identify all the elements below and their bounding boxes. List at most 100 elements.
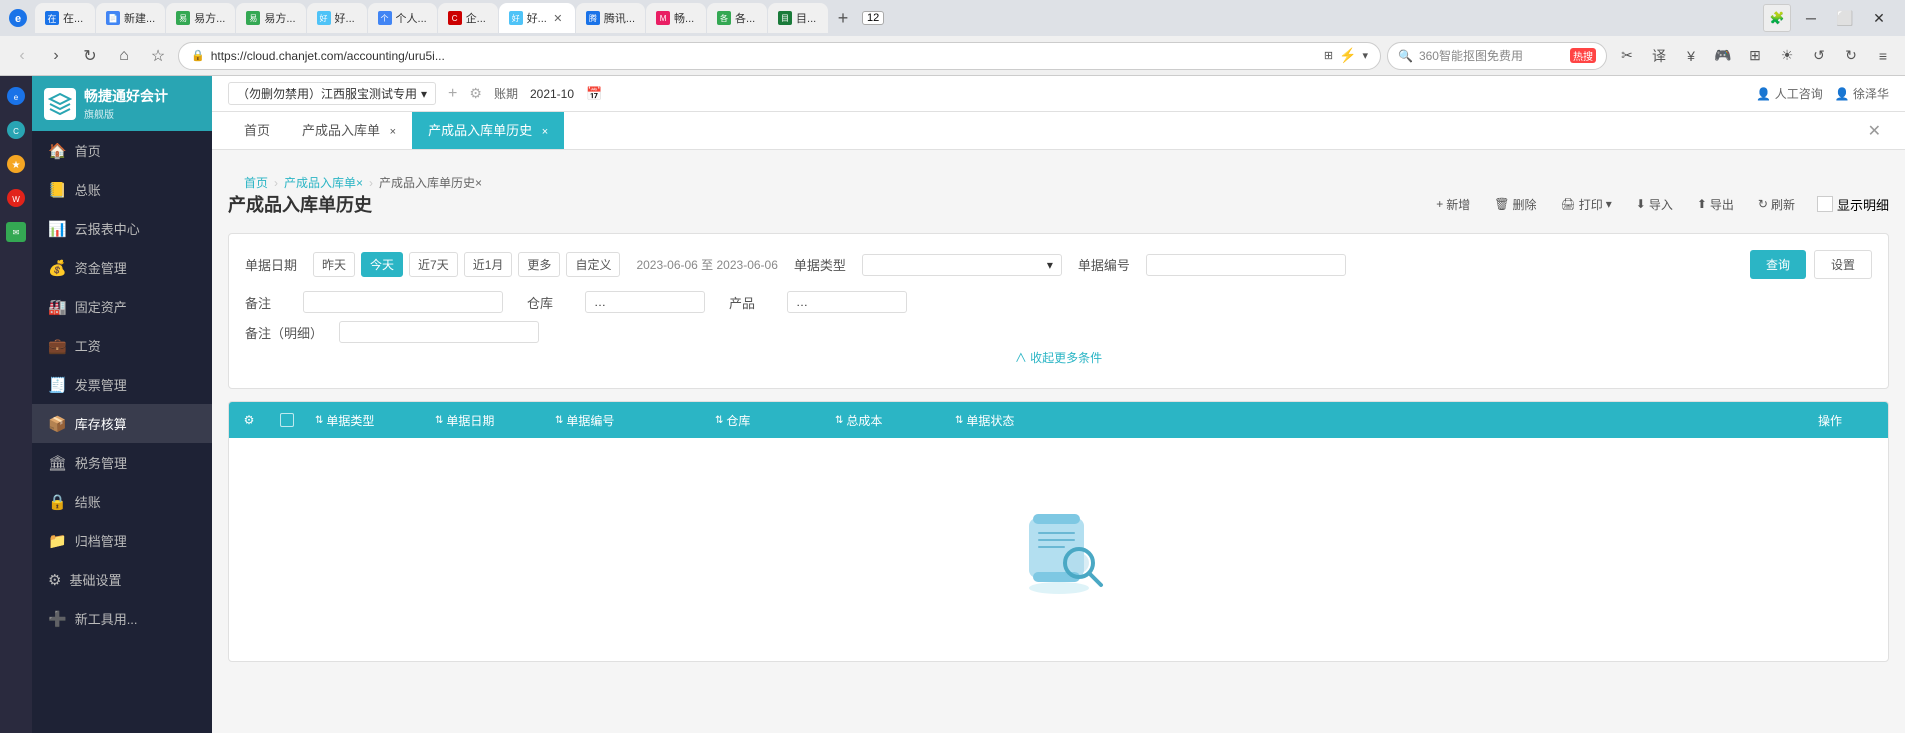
back-button[interactable]: ‹ [8,42,36,70]
browser-tab-2[interactable]: 📄 新建... [96,3,165,33]
brightness-icon[interactable]: ☀ [1773,42,1801,70]
browser-tab-10[interactable]: M 畅... [646,3,706,33]
date-btn-yesterday[interactable]: 昨天 [313,252,355,277]
icon-sidebar-weibo[interactable]: W [2,184,30,212]
th-warehouse[interactable]: ⇅ 仓库 [705,412,825,429]
home-button[interactable]: ⌂ [110,42,138,70]
minimize-button[interactable]: ─ [1797,4,1825,32]
th-type[interactable]: ⇅ 单据类型 [305,412,425,429]
browser-tab-11[interactable]: 各 各... [707,3,767,33]
close-panel-button[interactable]: ✕ [1860,121,1889,141]
sidebar-item-report[interactable]: 📊 云报表中心 [32,209,212,248]
translate-icon[interactable]: 译 [1645,42,1673,70]
icon-sidebar-star[interactable]: ★ [2,150,30,178]
sidebar-item-settings[interactable]: ⚙ 基础设置 [32,560,212,599]
notes-detail-input[interactable] [339,321,539,343]
warehouse-select[interactable]: … [585,291,705,313]
close-button[interactable]: ✕ [1865,4,1893,32]
print-button[interactable]: 🖨 打印 ▾ [1552,192,1619,217]
th-number[interactable]: ⇅ 单据编号 [545,412,705,429]
sidebar-item-fund[interactable]: 💰 资金管理 [32,248,212,287]
query-button[interactable]: 查询 [1750,250,1806,279]
browser-tab-4[interactable]: 易 易方... [236,3,305,33]
page-tab-list-close[interactable]: × [390,126,396,138]
icon-sidebar-mail[interactable]: ✉ [2,218,30,246]
add-company-btn[interactable]: + [448,85,457,103]
apps-icon[interactable]: ⊞ [1324,49,1333,62]
sidebar-item-asset[interactable]: 🏭 固定资产 [32,287,212,326]
grid-icon[interactable]: ⊞ [1741,42,1769,70]
refresh-btn[interactable]: ↻ 刷新 [1750,192,1803,217]
sidebar-item-ledger[interactable]: 📒 总账 [32,170,212,209]
date-btn-more[interactable]: 更多 [518,252,560,277]
scissors-icon[interactable]: ✂ [1613,42,1641,70]
settings-icon[interactable]: ⚙ [469,85,482,102]
show-detail-toggle[interactable]: 显示明细 [1817,195,1889,214]
url-bar[interactable]: 🔒 https://cloud.chanjet.com/accounting/u… [178,42,1381,70]
browser-tab-8[interactable]: 好 好... ✕ [499,3,575,33]
date-btn-7days[interactable]: 近7天 [409,252,458,277]
page-tab-list[interactable]: 产成品入库单 × [286,112,412,149]
refresh-button[interactable]: ↻ [76,42,104,70]
sidebar-item-payroll[interactable]: 💼 工资 [32,326,212,365]
game-icon[interactable]: 🎮 [1709,42,1737,70]
browser-tab-3[interactable]: 易 易方... [166,3,235,33]
th-date[interactable]: ⇅ 单据日期 [425,412,545,429]
tab-close-8[interactable]: ✕ [551,11,565,25]
browser-tab-5[interactable]: 好 好... [307,3,367,33]
search-box[interactable]: 🔍 360智能抠图免费用 热搜 [1387,42,1607,70]
product-select[interactable]: … [787,291,907,313]
type-filter-select[interactable]: ▾ [862,254,1062,276]
new-button[interactable]: + 新增 [1428,192,1478,217]
th-status[interactable]: ⇅ 单据状态 [945,412,1808,429]
breadcrumb-home[interactable]: 首页 [244,174,268,191]
date-btn-1month[interactable]: 近1月 [464,252,513,277]
sidebar-item-tax[interactable]: 🏛 税务管理 [32,443,212,482]
icon-sidebar-360[interactable]: e [2,82,30,110]
extensions-btn[interactable]: 🧩 [1763,4,1791,32]
company-select[interactable]: （勿删勿禁用）江西服宝测试专用 ▾ [228,82,436,105]
avatar-icon[interactable]: 👤 徐泽华 [1835,85,1889,102]
notes-input[interactable] [303,291,503,313]
number-filter-input[interactable] [1146,254,1346,276]
sidebar-item-inventory[interactable]: 📦 库存核算 [32,404,212,443]
undo-icon[interactable]: ↺ [1805,42,1833,70]
tab-count[interactable]: 12 [862,11,884,25]
sidebar-item-invoice[interactable]: 🧾 发票管理 [32,365,212,404]
checkbox-show-detail[interactable] [1817,196,1833,212]
sidebar-item-home[interactable]: 🏠 首页 [32,131,212,170]
page-tab-history-close[interactable]: × [542,126,548,138]
service-btn[interactable]: 👤 人工咨询 [1756,85,1822,102]
browser-tab-7[interactable]: C 企... [438,3,498,33]
breadcrumb-list[interactable]: 产成品入库单× [284,174,363,191]
lightning-icon[interactable]: ⚡ [1339,47,1356,64]
bookmark-button[interactable]: ☆ [144,42,172,70]
export-button[interactable]: ⬆ 导出 [1689,192,1742,217]
new-tab-button[interactable]: + [829,4,857,32]
delete-button[interactable]: 🗑 删除 [1486,192,1544,217]
browser-tab-6[interactable]: 个 个人... [368,3,437,33]
date-btn-custom[interactable]: 自定义 [566,252,620,277]
redo-icon[interactable]: ↻ [1837,42,1865,70]
header-checkbox[interactable] [280,413,294,427]
icon-sidebar-chanjet[interactable]: C [2,116,30,144]
sidebar-item-more[interactable]: ➕ 新工具用... [32,599,212,638]
url-dropdown-icon[interactable]: ▾ [1362,49,1368,62]
collapse-row[interactable]: ∧ 收起更多条件 [245,343,1872,372]
page-tab-home[interactable]: 首页 [228,112,286,149]
calendar-icon[interactable]: 📅 [586,86,602,102]
filter-settings-button[interactable]: 设置 [1814,250,1872,279]
maximize-button[interactable]: ⬜ [1831,4,1859,32]
browser-tab-12[interactable]: 目 目... [768,3,828,33]
import-button[interactable]: ⬇ 导入 [1628,192,1681,217]
page-tab-history[interactable]: 产成品入库单历史 × [412,112,564,149]
sidebar-item-closing[interactable]: 🔒 结账 [32,482,212,521]
menu-icon[interactable]: ≡ [1869,42,1897,70]
th-settings[interactable]: ⚙ [229,413,269,427]
th-checkbox[interactable] [269,413,305,427]
browser-tab-1[interactable]: 在 在... [35,3,95,33]
th-cost[interactable]: ⇅ 总成本 [825,412,945,429]
forward-button[interactable]: › [42,42,70,70]
browser-tab-9[interactable]: 腾 腾讯... [576,3,645,33]
date-btn-today[interactable]: 今天 [361,252,403,277]
